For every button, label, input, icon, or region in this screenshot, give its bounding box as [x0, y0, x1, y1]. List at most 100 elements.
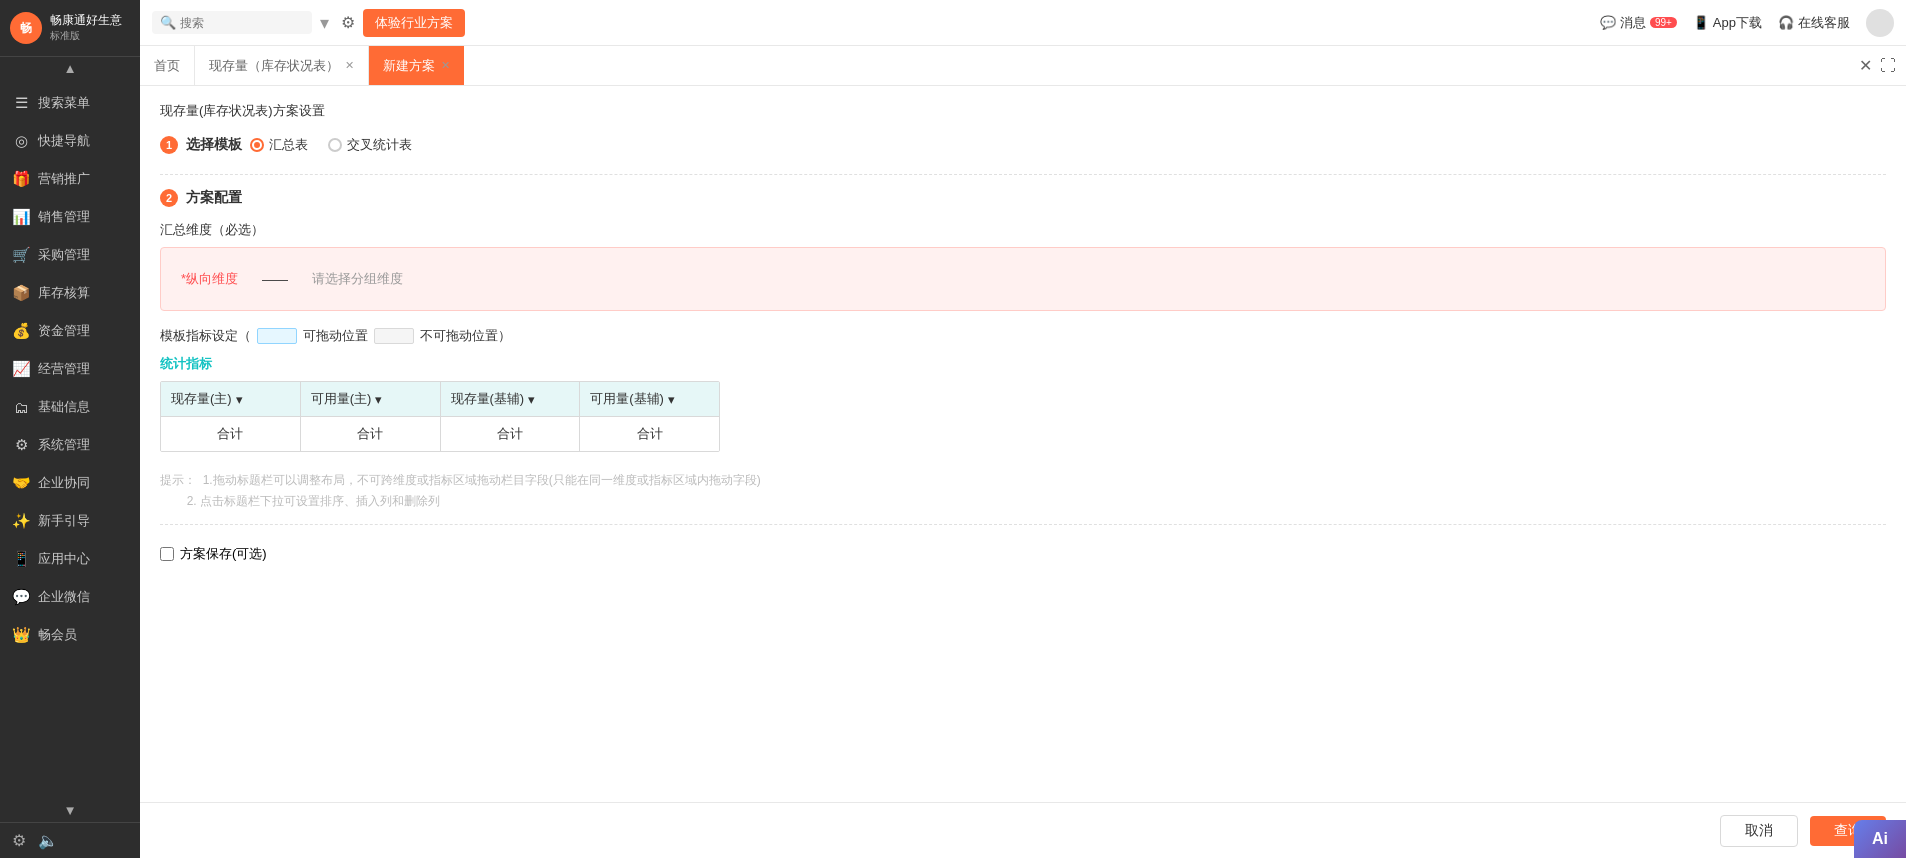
- online-service-btn[interactable]: 🎧 在线客服: [1778, 14, 1850, 32]
- stats-col-label-2: 现存量(基辅): [451, 390, 525, 408]
- sidebar-item-label: 搜索菜单: [38, 94, 90, 112]
- stats-col-dropdown-1[interactable]: ▾: [375, 392, 382, 407]
- dim-error-box[interactable]: *纵向维度 —— 请选择分组维度: [160, 247, 1886, 311]
- radio-summary-circle: [250, 138, 264, 152]
- message-btn[interactable]: 💬 消息 99+: [1600, 14, 1677, 32]
- search-input[interactable]: [180, 16, 280, 30]
- sidebar-settings-button[interactable]: ⚙: [12, 831, 26, 850]
- sidebar-item-basic-info[interactable]: 🗂 基础信息: [0, 388, 140, 426]
- sidebar-bottom: ⚙ 🔈: [0, 822, 140, 858]
- gear-icon[interactable]: ⚙: [341, 13, 355, 32]
- sidebar-item-label: 系统管理: [38, 436, 90, 454]
- sidebar-logo: 畅 畅康通好生意 标准版: [0, 0, 140, 57]
- quick-nav-icon: ◎: [12, 132, 30, 150]
- sidebar-item-label: 采购管理: [38, 246, 90, 264]
- finance-icon: 💰: [12, 322, 30, 340]
- step1-num: 1: [160, 136, 178, 154]
- sidebar-item-wechat[interactable]: 💬 企业微信: [0, 578, 140, 616]
- sidebar-scroll-down[interactable]: ▼: [0, 799, 140, 822]
- dim-dash: ——: [262, 272, 288, 287]
- sidebar-item-label: 库存核算: [38, 284, 90, 302]
- legend-draggable-label: 可拖动位置: [303, 327, 368, 345]
- template-label-text: 模板指标设定（: [160, 327, 251, 345]
- sidebar-item-quick-nav[interactable]: ◎ 快捷导航: [0, 122, 140, 160]
- app-icon: 📱: [1693, 15, 1709, 30]
- sidebar-item-label: 基础信息: [38, 398, 90, 416]
- sidebar-item-sales[interactable]: 📊 销售管理: [0, 198, 140, 236]
- legend-draggable-box: [257, 328, 297, 344]
- radio-summary[interactable]: 汇总表: [250, 136, 308, 154]
- sidebar-speaker-button[interactable]: 🔈: [38, 831, 58, 850]
- tab-close-panel-btn[interactable]: ✕: [1859, 56, 1872, 75]
- save-row: 方案保存(可选): [160, 545, 1886, 563]
- tab-inventory-status[interactable]: 现存量（库存状况表） ✕: [195, 46, 369, 85]
- sidebar-item-new-guide[interactable]: ✨ 新手引导: [0, 502, 140, 540]
- stats-cell-1: 合计: [301, 417, 441, 451]
- sidebar-item-app-center[interactable]: 📱 应用中心: [0, 540, 140, 578]
- sidebar-item-label: 资金管理: [38, 322, 90, 340]
- legend-fixed-label: 不可拖动位置）: [420, 327, 511, 345]
- inventory-icon: 📦: [12, 284, 30, 302]
- topbar: 🔍 ▾ ⚙ 体验行业方案 💬 消息 99+ 📱 App下载 🎧 在线客服: [140, 0, 1906, 46]
- main-area: 🔍 ▾ ⚙ 体验行业方案 💬 消息 99+ 📱 App下载 🎧 在线客服: [140, 0, 1906, 858]
- sidebar-item-cooperation[interactable]: 🤝 企业协同: [0, 464, 140, 502]
- stats-table-header: 现存量(主) ▾ 可用量(主) ▾ 现存量(基辅) ▾: [161, 382, 719, 417]
- new-guide-icon: ✨: [12, 512, 30, 530]
- sidebar-item-label: 企业协同: [38, 474, 90, 492]
- sidebar-item-label: 快捷导航: [38, 132, 90, 150]
- sidebar-scroll-up[interactable]: ▲: [0, 57, 140, 80]
- cancel-button[interactable]: 取消: [1720, 815, 1798, 847]
- marketing-icon: 🎁: [12, 170, 30, 188]
- app-center-icon: 📱: [12, 550, 30, 568]
- stats-section: 统计指标 现存量(主) ▾ 可用量(主) ▾: [160, 355, 1886, 452]
- radio-cross[interactable]: 交叉统计表: [328, 136, 412, 154]
- stats-col-dropdown-2[interactable]: ▾: [528, 392, 535, 407]
- sidebar-item-inventory[interactable]: 📦 库存核算: [0, 274, 140, 312]
- stats-col-header-3[interactable]: 可用量(基辅) ▾: [580, 382, 719, 416]
- tab-expand-btn[interactable]: ⛶: [1880, 57, 1896, 75]
- sidebar-item-system[interactable]: ⚙ 系统管理: [0, 426, 140, 464]
- step1-header: 1 选择模板 汇总表 交叉统计表: [160, 136, 1886, 154]
- template-radio-group: 汇总表 交叉统计表: [250, 136, 412, 154]
- industry-btn[interactable]: 体验行业方案: [363, 9, 465, 37]
- stats-col-dropdown-3[interactable]: ▾: [668, 392, 675, 407]
- basic-info-icon: 🗂: [12, 398, 30, 416]
- tab-home[interactable]: 首页: [140, 46, 195, 85]
- tab-inventory-close[interactable]: ✕: [345, 59, 354, 72]
- stats-table-body: 合计 合计 合计 合计: [161, 417, 719, 451]
- system-icon: ⚙: [12, 436, 30, 454]
- search-menu-icon: ☰: [12, 94, 30, 112]
- topbar-right: 💬 消息 99+ 📱 App下载 🎧 在线客服: [1600, 9, 1894, 37]
- step2-header: 2 方案配置: [160, 189, 1886, 207]
- sidebar-item-search-menu[interactable]: ☰ 搜索菜单: [0, 84, 140, 122]
- tab-new-scheme[interactable]: 新建方案 ✕: [369, 46, 464, 85]
- stats-col-header-1[interactable]: 可用量(主) ▾: [301, 382, 441, 416]
- stats-title: 统计指标: [160, 355, 1886, 373]
- sidebar-item-finance[interactable]: 💰 资金管理: [0, 312, 140, 350]
- ai-float-btn[interactable]: Ai: [1854, 820, 1906, 858]
- step2-num: 2: [160, 189, 178, 207]
- dropdown-icon[interactable]: ▾: [320, 12, 329, 34]
- sidebar-item-member[interactable]: 👑 畅会员: [0, 616, 140, 654]
- stats-col-label-0: 现存量(主): [171, 390, 232, 408]
- stats-col-header-2[interactable]: 现存量(基辅) ▾: [441, 382, 581, 416]
- search-icon: 🔍: [160, 15, 176, 30]
- step2-section: 2 方案配置 汇总维度（必选） *纵向维度 —— 请选择分组维度 模板指标设定（…: [160, 189, 1886, 563]
- stats-col-label-1: 可用量(主): [311, 390, 372, 408]
- sidebar-item-operation[interactable]: 📈 经营管理: [0, 350, 140, 388]
- tab-new-scheme-close[interactable]: ✕: [441, 59, 450, 72]
- tab-new-scheme-label: 新建方案: [383, 57, 435, 75]
- stats-cell-0: 合计: [161, 417, 301, 451]
- app-download-btn[interactable]: 📱 App下载: [1693, 14, 1762, 32]
- panel-title: 现存量(库存状况表)方案设置: [160, 102, 1886, 120]
- search-box[interactable]: 🔍: [152, 11, 312, 34]
- user-avatar[interactable]: [1866, 9, 1894, 37]
- stats-cell-3: 合计: [580, 417, 719, 451]
- tips-box: 提示： 1.拖动标题栏可以调整布局，不可跨维度或指标区域拖动栏目字段(只能在同一…: [160, 472, 1886, 510]
- sidebar-item-purchase[interactable]: 🛒 采购管理: [0, 236, 140, 274]
- save-checkbox[interactable]: [160, 547, 174, 561]
- stats-col-dropdown-0[interactable]: ▾: [236, 392, 243, 407]
- stats-col-header-0[interactable]: 现存量(主) ▾: [161, 382, 301, 416]
- divider1: [160, 174, 1886, 175]
- sidebar-item-marketing[interactable]: 🎁 营销推广: [0, 160, 140, 198]
